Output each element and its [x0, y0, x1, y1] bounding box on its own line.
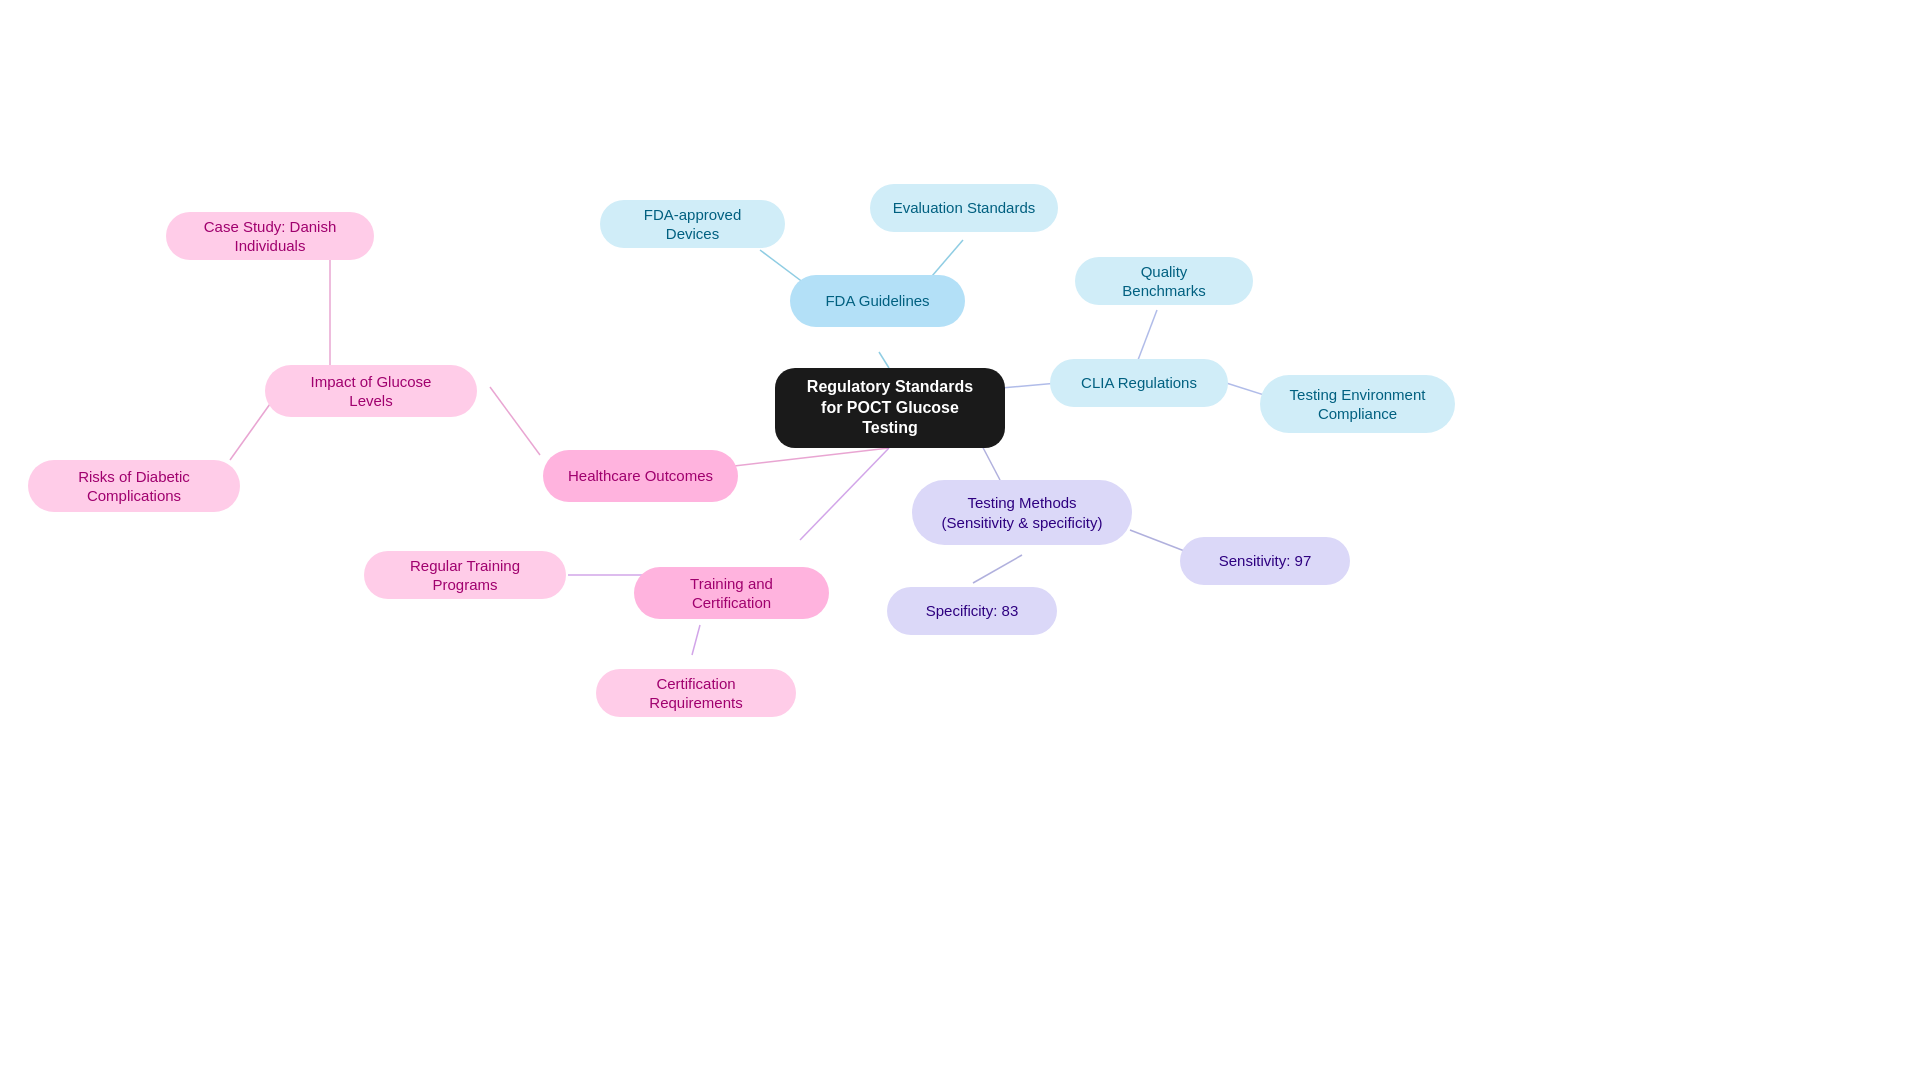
eval-standards-label: Evaluation Standards	[893, 198, 1036, 218]
svg-line-5	[490, 387, 540, 455]
risks-complications-label: Risks of Diabetic Complications	[50, 467, 218, 506]
eval-standards-node[interactable]: Evaluation Standards	[870, 184, 1058, 232]
cert-requirements-label: Certification Requirements	[618, 674, 774, 713]
sensitivity-node[interactable]: Sensitivity: 97	[1180, 537, 1350, 585]
center-node[interactable]: Regulatory Standards for POCT Glucose Te…	[775, 368, 1005, 448]
regular-training-node[interactable]: Regular Training Programs	[364, 551, 566, 599]
fda-guidelines-label: FDA Guidelines	[825, 291, 929, 311]
testing-methods-node[interactable]: Testing Methods (Sensitivity & specifici…	[912, 480, 1132, 545]
healthcare-outcomes-label: Healthcare Outcomes	[568, 466, 713, 486]
testing-env-label: Testing Environment Compliance	[1282, 385, 1433, 424]
healthcare-outcomes-node[interactable]: Healthcare Outcomes	[543, 450, 738, 502]
risks-complications-node[interactable]: Risks of Diabetic Complications	[28, 460, 240, 512]
quality-benchmarks-node[interactable]: Quality Benchmarks	[1075, 257, 1253, 305]
svg-line-13	[692, 625, 700, 655]
training-cert-label: Training and Certification	[656, 574, 807, 613]
testing-env-node[interactable]: Testing Environment Compliance	[1260, 375, 1455, 433]
svg-line-10	[1138, 310, 1157, 360]
quality-benchmarks-label: Quality Benchmarks	[1097, 262, 1231, 301]
regular-training-label: Regular Training Programs	[386, 556, 544, 595]
svg-line-1	[879, 352, 889, 368]
center-label: Regulatory Standards for POCT Glucose Te…	[797, 377, 983, 439]
testing-methods-label: Testing Methods (Sensitivity & specifici…	[934, 493, 1110, 532]
training-cert-node[interactable]: Training and Certification	[634, 567, 829, 619]
cert-requirements-node[interactable]: Certification Requirements	[596, 669, 796, 717]
svg-line-15	[973, 555, 1022, 583]
fda-devices-label: FDA-approved Devices	[622, 205, 763, 244]
case-study-label: Case Study: Danish Individuals	[188, 217, 352, 256]
clia-regulations-node[interactable]: CLIA Regulations	[1050, 359, 1228, 407]
fda-guidelines-node[interactable]: FDA Guidelines	[790, 275, 965, 327]
sensitivity-label: Sensitivity: 97	[1219, 551, 1312, 571]
specificity-node[interactable]: Specificity: 83	[887, 587, 1057, 635]
impact-glucose-node[interactable]: Impact of Glucose Levels	[265, 365, 477, 417]
impact-glucose-label: Impact of Glucose Levels	[287, 372, 455, 411]
clia-regulations-label: CLIA Regulations	[1081, 373, 1197, 393]
case-study-node[interactable]: Case Study: Danish Individuals	[166, 212, 374, 260]
specificity-label: Specificity: 83	[926, 601, 1019, 621]
svg-line-3	[800, 448, 889, 540]
fda-devices-node[interactable]: FDA-approved Devices	[600, 200, 785, 248]
